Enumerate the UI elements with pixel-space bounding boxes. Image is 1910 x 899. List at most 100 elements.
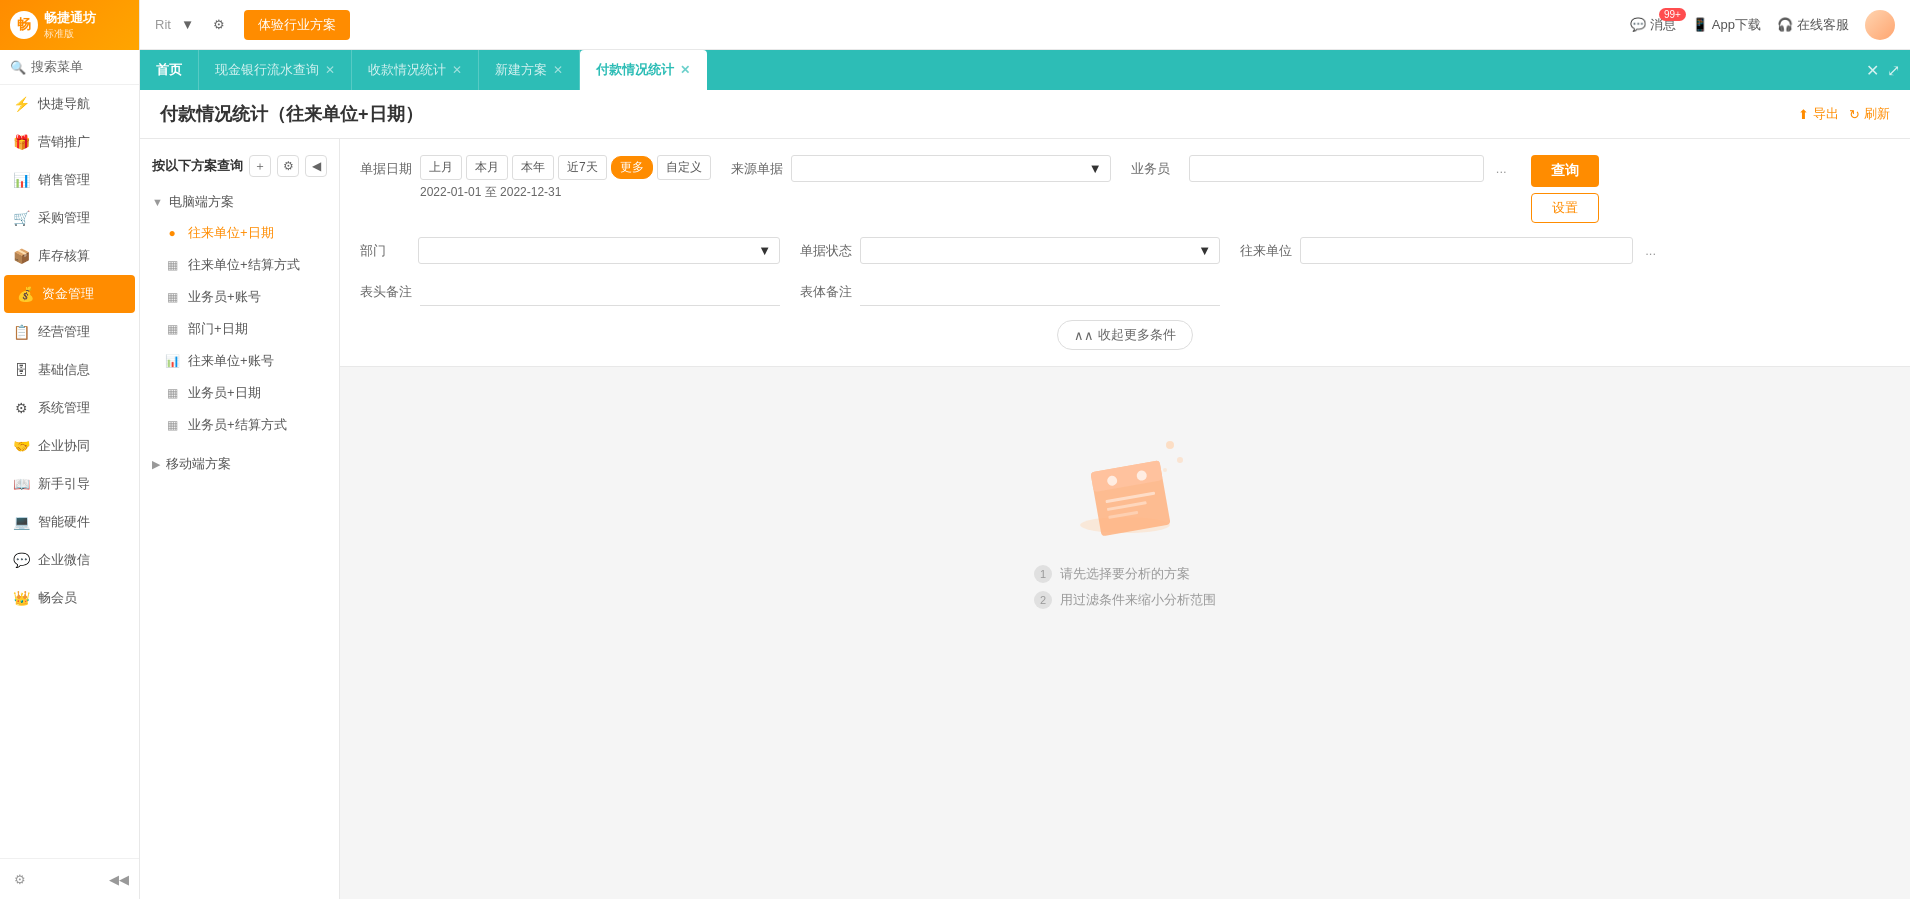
scheme-collapse-button[interactable]: ◀ — [305, 155, 327, 177]
staff-label: 业务员 — [1131, 160, 1181, 178]
scheme-mobile-group[interactable]: ▶ 移动端方案 — [140, 447, 339, 481]
footer-collapse-icon[interactable]: ◀◀ — [107, 867, 131, 891]
tab-bar: 首页 现金银行流水查询 ✕ 收款情况统计 ✕ 新建方案 ✕ 付款情况统计 ✕ ✕… — [140, 50, 1910, 90]
sidebar-header: 畅 畅捷通坊 标准版 — [0, 0, 139, 50]
query-button[interactable]: 查询 — [1531, 155, 1599, 187]
purchase-icon: 🛒 — [12, 209, 30, 227]
body-note-label: 表体备注 — [800, 283, 852, 301]
tab-new-scheme[interactable]: 新建方案 ✕ — [479, 50, 580, 90]
staff-input[interactable] — [1189, 155, 1484, 182]
source-select[interactable]: ▼ — [791, 155, 1111, 182]
tab-payment-stats[interactable]: 付款情况统计 ✕ — [580, 50, 707, 90]
sidebar-item-hardware[interactable]: 💻 智能硬件 — [0, 503, 139, 541]
scheme-desktop-title[interactable]: ▼ 电脑端方案 — [140, 187, 339, 217]
close-tab-button[interactable]: ✕ — [1866, 61, 1879, 80]
more-dates-btn[interactable]: 更多 — [611, 156, 653, 179]
scheme-settings-button[interactable]: ⚙ — [277, 155, 299, 177]
tab-receipt-stats[interactable]: 收款情况统计 ✕ — [352, 50, 479, 90]
body-note-filter: 表体备注 — [800, 278, 1220, 306]
sidebar-item-sales[interactable]: 📊 销售管理 — [0, 161, 139, 199]
scheme-item-staff-account[interactable]: ▦ 业务员+账号 — [140, 281, 339, 313]
sidebar-item-cooperation[interactable]: 🤝 企业协同 — [0, 427, 139, 465]
refresh-button[interactable]: ↻ 刷新 — [1849, 105, 1890, 123]
result-placeholder: 1 请先选择要分析的方案 2 用过滤条件来缩小分析范围 — [1034, 425, 1216, 609]
company-dropdown-button[interactable]: ▼ — [181, 17, 194, 32]
last-month-btn[interactable]: 上月 — [420, 155, 462, 180]
voucher-status-select[interactable]: ▼ — [860, 237, 1220, 264]
partner-input[interactable] — [1300, 237, 1633, 264]
tab-bank-flow[interactable]: 现金银行流水查询 ✕ — [199, 50, 352, 90]
user-avatar[interactable] — [1865, 10, 1895, 40]
sidebar-item-guide[interactable]: 📖 新手引导 — [0, 465, 139, 503]
scheme-item-partner-date[interactable]: ● 往来单位+日期 — [140, 217, 339, 249]
new-scheme-close-icon[interactable]: ✕ — [553, 63, 563, 77]
sidebar: 畅 畅捷通坊 标准版 🔍 搜索菜单 ⚡ 快捷导航 🎁 营销推广 📊 销售管理 🛒… — [0, 0, 140, 899]
finance-icon: 💰 — [16, 285, 34, 303]
message-icon: 💬 — [1630, 17, 1646, 32]
tip-1-number: 1 — [1034, 565, 1052, 583]
sidebar-item-finance[interactable]: 💰 资金管理 — [4, 275, 135, 313]
this-year-btn[interactable]: 本年 — [512, 155, 554, 180]
page-title: 付款情况统计（往来单位+日期） — [160, 102, 423, 126]
system-icon: ⚙ — [12, 399, 30, 417]
messages-item[interactable]: 💬 消息 99+ — [1630, 16, 1676, 34]
voucher-status-label: 单据状态 — [800, 242, 852, 260]
export-button[interactable]: ⬆ 导出 — [1798, 105, 1839, 123]
online-service-item[interactable]: 🎧 在线客服 — [1777, 16, 1849, 34]
staff-filter: 业务员 ... — [1131, 155, 1511, 182]
scheme-item-partner-settle[interactable]: ▦ 往来单位+结算方式 — [140, 249, 339, 281]
settings-button[interactable]: 设置 — [1531, 193, 1599, 223]
app-download-item[interactable]: 📱 App下载 — [1692, 16, 1761, 34]
bank-flow-close-icon[interactable]: ✕ — [325, 63, 335, 77]
scheme-item-staff-settle[interactable]: ▦ 业务员+结算方式 — [140, 409, 339, 441]
collapse-label: 收起更多条件 — [1098, 326, 1176, 344]
sidebar-item-marketing[interactable]: 🎁 营销推广 — [0, 123, 139, 161]
sidebar-item-label: 快捷导航 — [38, 95, 90, 113]
voucher-status-filter: 单据状态 ▼ — [800, 237, 1220, 264]
guide-icon: 📖 — [12, 475, 30, 493]
footer-settings-icon[interactable]: ⚙ — [8, 867, 32, 891]
marketing-icon: 🎁 — [12, 133, 30, 151]
top-header: Rit ▼ ⚙ 体验行业方案 💬 消息 99+ 📱 App下载 🎧 在线客服 — [140, 0, 1910, 50]
sidebar-item-member[interactable]: 👑 畅会员 — [0, 579, 139, 617]
page-header: 付款情况统计（往来单位+日期） ⬆ 导出 ↻ 刷新 — [140, 90, 1910, 139]
quick-nav-icon: ⚡ — [12, 95, 30, 113]
sidebar-item-system[interactable]: ⚙ 系统管理 — [0, 389, 139, 427]
svg-point-9 — [1177, 457, 1183, 463]
scheme-add-button[interactable]: ＋ — [249, 155, 271, 177]
scheme-item-partner-account[interactable]: 📊 往来单位+账号 — [140, 345, 339, 377]
scheme-panel: 按以下方案查询 ＋ ⚙ ◀ ▼ 电脑端方案 ● 往来单位+日期 ▦ — [140, 139, 340, 899]
sidebar-item-operation[interactable]: 📋 经营管理 — [0, 313, 139, 351]
tab-home[interactable]: 首页 — [140, 50, 199, 90]
filter-panel: 单据日期 上月 本月 本年 近7天 更多 自定义 2022-01-01 至 20… — [340, 139, 1910, 367]
custom-date-btn[interactable]: 自定义 — [657, 155, 711, 180]
search-icon: 🔍 — [10, 60, 26, 75]
receipt-stats-close-icon[interactable]: ✕ — [452, 63, 462, 77]
sidebar-item-basic[interactable]: 🗄 基础信息 — [0, 351, 139, 389]
search-menu-item[interactable]: 🔍 搜索菜单 — [0, 50, 139, 85]
scheme-panel-header: 按以下方案查询 ＋ ⚙ ◀ — [140, 149, 339, 187]
scheme-header-actions: ＋ ⚙ ◀ — [249, 155, 327, 177]
header-settings-button[interactable]: ⚙ — [204, 10, 234, 40]
sidebar-item-purchase[interactable]: 🛒 采购管理 — [0, 199, 139, 237]
sidebar-item-inventory[interactable]: 📦 库存核算 — [0, 237, 139, 275]
sidebar-item-quick-nav[interactable]: ⚡ 快捷导航 — [0, 85, 139, 123]
last-7days-btn[interactable]: 近7天 — [558, 155, 607, 180]
scheme-table-icon-3: ▦ — [164, 321, 180, 337]
source-filter: 来源单据 ▼ — [731, 155, 1111, 182]
dept-select[interactable]: ▼ — [418, 237, 780, 264]
refresh-icon: ↻ — [1849, 107, 1860, 122]
header-note-label: 表头备注 — [360, 283, 412, 301]
expand-tab-button[interactable]: ⤢ — [1887, 61, 1900, 80]
trial-button[interactable]: 体验行业方案 — [244, 10, 350, 40]
scheme-item-staff-date[interactable]: ▦ 业务员+日期 — [140, 377, 339, 409]
this-month-btn[interactable]: 本月 — [466, 155, 508, 180]
collapse-filters-button[interactable]: ∧∧ 收起更多条件 — [1057, 320, 1193, 350]
scheme-item-dept-date[interactable]: ▦ 部门+日期 — [140, 313, 339, 345]
staff-more-icon[interactable]: ... — [1492, 161, 1511, 176]
partner-more-icon[interactable]: ... — [1641, 243, 1660, 258]
service-label: 在线客服 — [1797, 16, 1849, 34]
sidebar-item-wechat[interactable]: 💬 企业微信 — [0, 541, 139, 579]
export-icon: ⬆ — [1798, 107, 1809, 122]
payment-stats-close-icon[interactable]: ✕ — [680, 63, 690, 77]
